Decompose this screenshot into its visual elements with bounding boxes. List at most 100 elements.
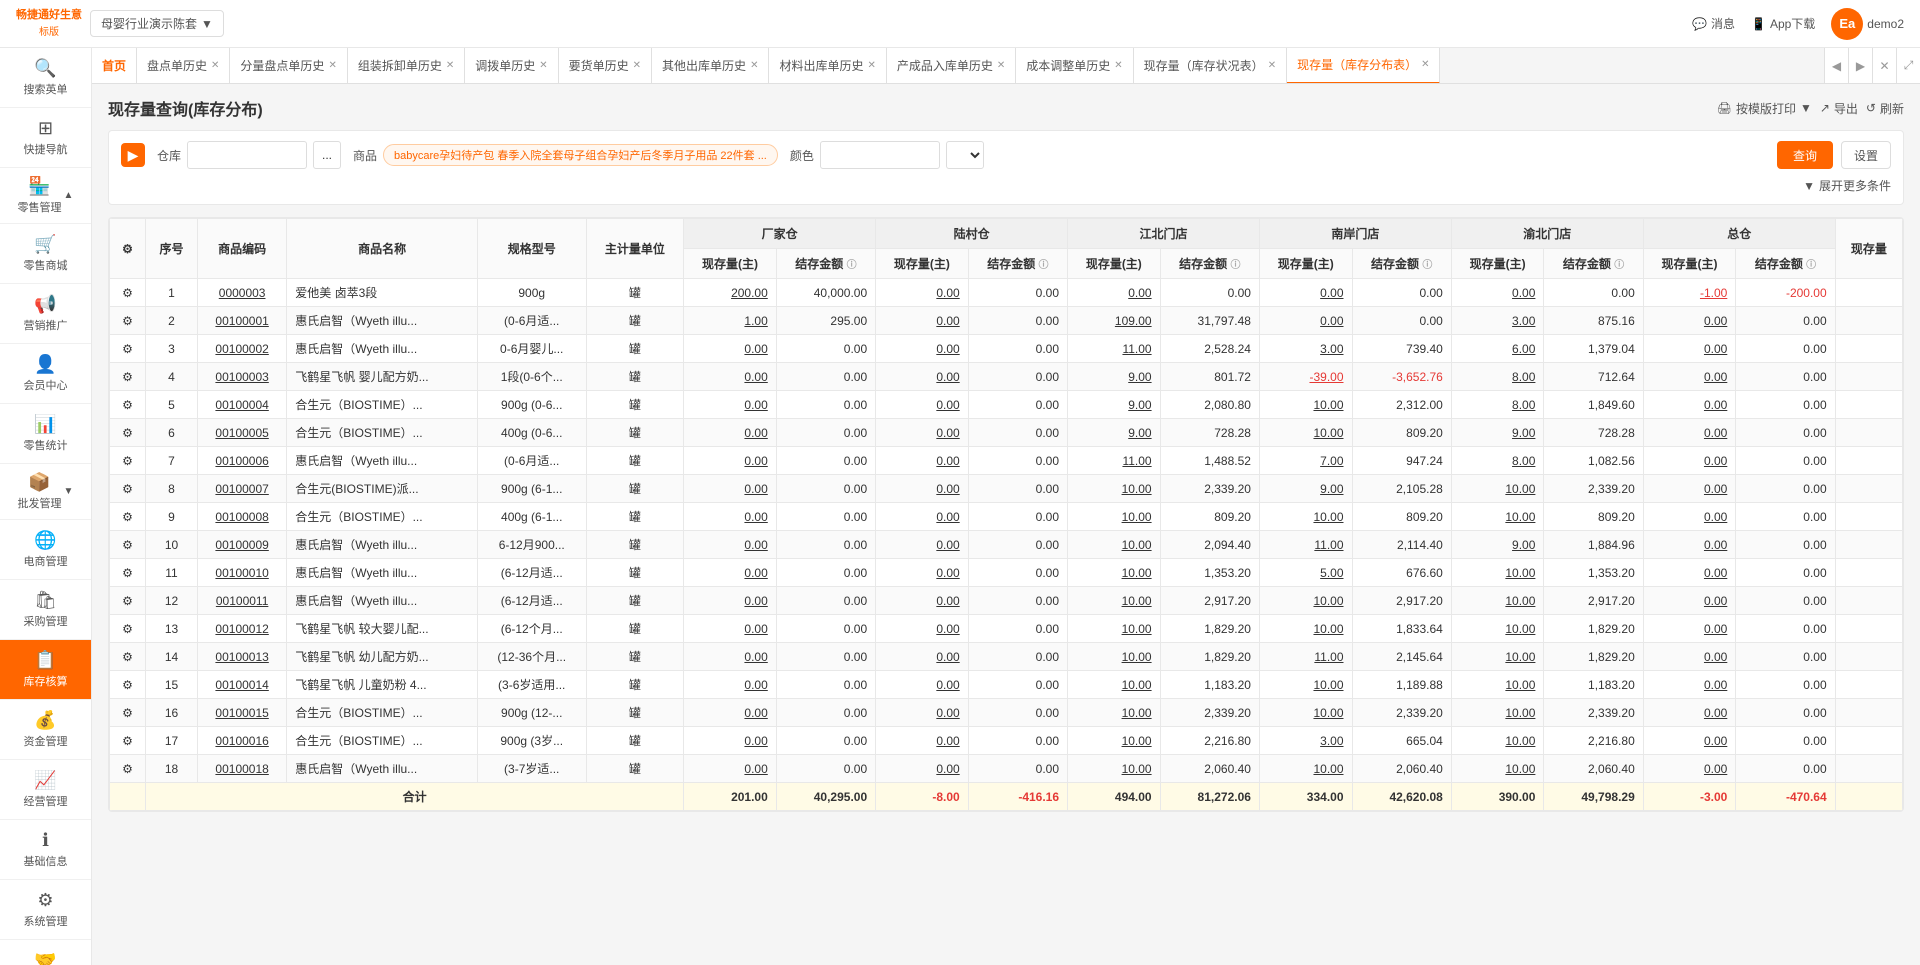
row-nanan-stock[interactable]: 3.00 xyxy=(1259,335,1352,363)
tab-close-stock-dist[interactable]: ✕ xyxy=(1421,59,1429,70)
tab-close-material-out[interactable]: ✕ xyxy=(867,60,875,71)
row-code[interactable]: 00100015 xyxy=(198,699,287,727)
row-settings[interactable]: ⚙ xyxy=(110,755,146,783)
row-code[interactable]: 00100010 xyxy=(198,559,287,587)
tab-inventory-check[interactable]: 盘点单历史 ✕ xyxy=(137,48,230,84)
row-lushan-stock[interactable]: 0.00 xyxy=(876,475,969,503)
tab-close-cost-adjust[interactable]: ✕ xyxy=(1114,60,1122,71)
row-total-stock[interactable]: 0.00 xyxy=(1643,727,1736,755)
row-yuibei-stock[interactable]: 3.00 xyxy=(1451,307,1544,335)
row-nanan-stock[interactable]: 0.00 xyxy=(1259,307,1352,335)
row-jiangbei-stock[interactable]: 10.00 xyxy=(1068,531,1161,559)
row-jiangbei-stock[interactable]: 109.00 xyxy=(1068,307,1161,335)
tab-material-out[interactable]: 材料出库单历史 ✕ xyxy=(769,48,886,84)
row-nanan-stock[interactable]: 10.00 xyxy=(1259,503,1352,531)
sidebar-item-purchase[interactable]: 🛍 采购管理 xyxy=(0,580,91,640)
tab-close-product-in[interactable]: ✕ xyxy=(997,60,1005,71)
row-settings[interactable]: ⚙ xyxy=(110,279,146,307)
query-btn[interactable]: 查询 xyxy=(1777,141,1833,169)
row-lushan-stock[interactable]: 0.00 xyxy=(876,363,969,391)
row-lushan-stock[interactable]: 0.00 xyxy=(876,727,969,755)
factory-info-icon[interactable]: ⓘ xyxy=(847,260,857,271)
row-yuibei-stock[interactable]: 8.00 xyxy=(1451,447,1544,475)
row-code[interactable]: 00100013 xyxy=(198,643,287,671)
row-yuibei-stock[interactable]: 10.00 xyxy=(1451,671,1544,699)
row-yuibei-stock[interactable]: 10.00 xyxy=(1451,615,1544,643)
row-code[interactable]: 00100008 xyxy=(198,503,287,531)
row-total-stock[interactable]: 0.00 xyxy=(1643,503,1736,531)
tab-close-other-out[interactable]: ✕ xyxy=(750,60,758,71)
row-total-stock[interactable]: 0.00 xyxy=(1643,643,1736,671)
sidebar-item-enterprise[interactable]: 🤝 企业协同 xyxy=(0,940,91,965)
total-info-icon[interactable]: ⓘ xyxy=(1806,260,1816,271)
row-nanan-stock[interactable]: 10.00 xyxy=(1259,419,1352,447)
warehouse-input[interactable] xyxy=(187,141,307,169)
row-settings[interactable]: ⚙ xyxy=(110,587,146,615)
row-lushan-stock[interactable]: 0.00 xyxy=(876,587,969,615)
tab-assembly[interactable]: 组装拆卸单历史 ✕ xyxy=(348,48,465,84)
row-settings[interactable]: ⚙ xyxy=(110,559,146,587)
row-nanan-stock[interactable]: -39.00 xyxy=(1259,363,1352,391)
row-jiangbei-stock[interactable]: 9.00 xyxy=(1068,363,1161,391)
row-settings[interactable]: ⚙ xyxy=(110,727,146,755)
tab-close-stock-status[interactable]: ✕ xyxy=(1268,60,1276,71)
row-settings[interactable]: ⚙ xyxy=(110,363,146,391)
row-lushan-stock[interactable]: 0.00 xyxy=(876,279,969,307)
row-total-stock[interactable]: 0.00 xyxy=(1643,419,1736,447)
row-factory-stock[interactable]: 0.00 xyxy=(684,671,777,699)
row-code[interactable]: 00100009 xyxy=(198,531,287,559)
sidebar-item-marketing[interactable]: 📢 营销推广 xyxy=(0,284,91,344)
row-lushan-stock[interactable]: 0.00 xyxy=(876,419,969,447)
row-lushan-stock[interactable]: 0.00 xyxy=(876,615,969,643)
row-factory-stock[interactable]: 0.00 xyxy=(684,559,777,587)
row-jiangbei-stock[interactable]: 10.00 xyxy=(1068,671,1161,699)
row-yuibei-stock[interactable]: 8.00 xyxy=(1451,363,1544,391)
row-nanan-stock[interactable]: 10.00 xyxy=(1259,391,1352,419)
row-factory-stock[interactable]: 0.00 xyxy=(684,447,777,475)
sidebar-item-member[interactable]: 👤 会员中心 xyxy=(0,344,91,404)
row-code[interactable]: 00100003 xyxy=(198,363,287,391)
row-total-stock[interactable]: 0.00 xyxy=(1643,335,1736,363)
row-code[interactable]: 00100005 xyxy=(198,419,287,447)
filter-expand-btn[interactable]: ▶ xyxy=(121,143,145,167)
row-code[interactable]: 00100012 xyxy=(198,615,287,643)
nav-close-btn[interactable]: ✕ xyxy=(1872,48,1896,84)
filter-expand-link[interactable]: ▼ 展开更多条件 xyxy=(1803,177,1891,194)
jiangbei-info-icon[interactable]: ⓘ xyxy=(1230,260,1240,271)
row-settings[interactable]: ⚙ xyxy=(110,671,146,699)
row-nanan-stock[interactable]: 7.00 xyxy=(1259,447,1352,475)
row-yuibei-stock[interactable]: 6.00 xyxy=(1451,335,1544,363)
row-jiangbei-stock[interactable]: 10.00 xyxy=(1068,643,1161,671)
tab-home[interactable]: 首页 xyxy=(92,48,137,84)
row-nanan-stock[interactable]: 10.00 xyxy=(1259,699,1352,727)
row-jiangbei-stock[interactable]: 10.00 xyxy=(1068,587,1161,615)
sidebar-item-wholesale[interactable]: 📦 批发管理 ▼ xyxy=(0,464,91,520)
tab-close-inventory-check2[interactable]: ✕ xyxy=(328,60,336,71)
sidebar-item-inventory[interactable]: 📋 库存核算 xyxy=(0,640,91,700)
row-total-stock[interactable]: 0.00 xyxy=(1643,671,1736,699)
tab-close-assembly[interactable]: ✕ xyxy=(446,60,454,71)
row-factory-stock[interactable]: 0.00 xyxy=(684,643,777,671)
row-settings[interactable]: ⚙ xyxy=(110,503,146,531)
row-total-stock[interactable]: -1.00 xyxy=(1643,279,1736,307)
row-code[interactable]: 00100018 xyxy=(198,755,287,783)
row-jiangbei-stock[interactable]: 10.00 xyxy=(1068,475,1161,503)
row-total-stock[interactable]: 0.00 xyxy=(1643,559,1736,587)
row-nanan-stock[interactable]: 3.00 xyxy=(1259,727,1352,755)
tab-other-out[interactable]: 其他出库单历史 ✕ xyxy=(652,48,769,84)
tab-close-transfer[interactable]: ✕ xyxy=(539,60,547,71)
row-settings[interactable]: ⚙ xyxy=(110,475,146,503)
row-jiangbei-stock[interactable]: 10.00 xyxy=(1068,699,1161,727)
row-yuibei-stock[interactable]: 10.00 xyxy=(1451,503,1544,531)
row-settings[interactable]: ⚙ xyxy=(110,307,146,335)
nav-next-btn[interactable]: ▶ xyxy=(1848,48,1872,84)
row-lushan-stock[interactable]: 0.00 xyxy=(876,531,969,559)
row-yuibei-stock[interactable]: 10.00 xyxy=(1451,475,1544,503)
row-total-stock[interactable]: 0.00 xyxy=(1643,699,1736,727)
app-download-btn[interactable]: 📱 App下载 xyxy=(1751,15,1815,32)
yuibei-info-icon[interactable]: ⓘ xyxy=(1614,260,1624,271)
row-total-stock[interactable]: 0.00 xyxy=(1643,475,1736,503)
row-lushan-stock[interactable]: 0.00 xyxy=(876,447,969,475)
row-settings[interactable]: ⚙ xyxy=(110,699,146,727)
settings-btn[interactable]: 设置 xyxy=(1841,141,1891,169)
